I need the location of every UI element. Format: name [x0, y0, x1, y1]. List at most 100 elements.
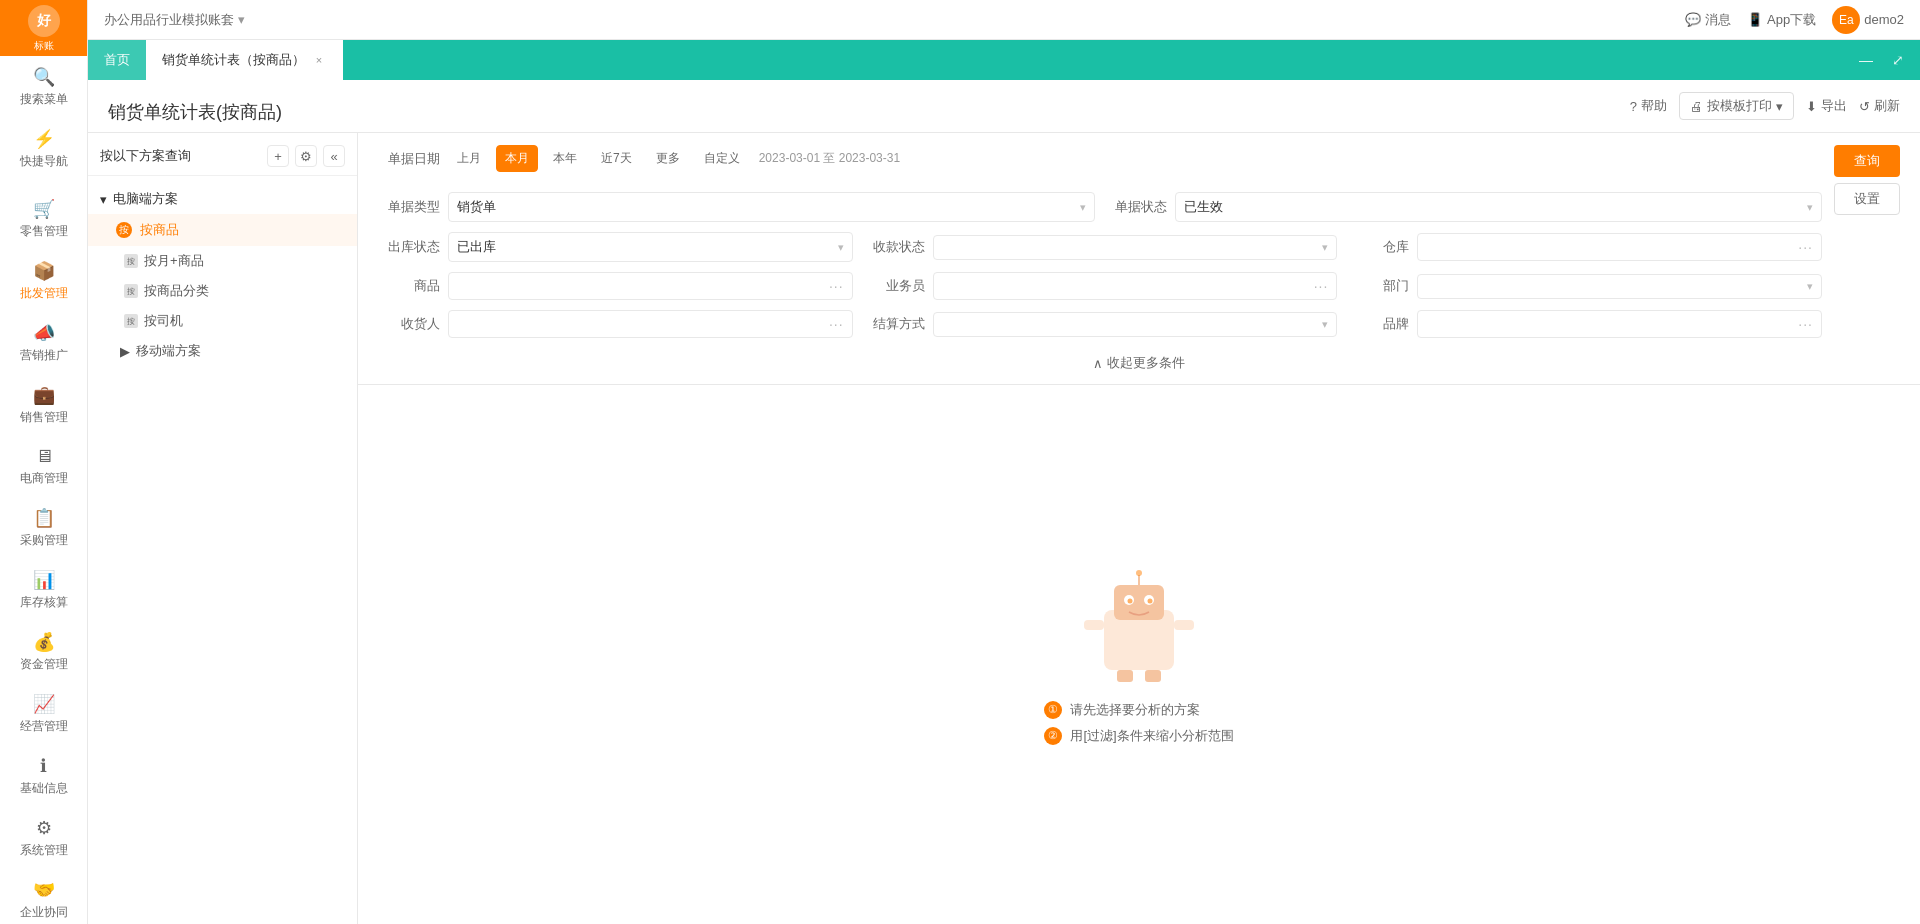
- date-7days-btn[interactable]: 近7天: [592, 145, 641, 172]
- receiver-select[interactable]: ···: [448, 310, 853, 338]
- header-right-actions: 💬 消息 📱 App下载 Ea demo2: [1685, 6, 1904, 34]
- tab-bar: 首页 销货单统计表（按商品） × — ⤢: [88, 40, 1920, 80]
- sidebar-item-wholesale[interactable]: 📦 批发管理: [0, 250, 87, 312]
- tab-home[interactable]: 首页: [88, 40, 146, 80]
- collapse-filter-btn[interactable]: ∧ 收起更多条件: [378, 348, 1900, 372]
- top-header: 办公用品行业模拟账套 ▾ 💬 消息 📱 App下载 Ea demo2: [88, 0, 1920, 40]
- department-select[interactable]: ▾: [1417, 274, 1822, 299]
- add-scheme-btn[interactable]: +: [267, 145, 289, 167]
- sidebar-item-marketing[interactable]: 📣 营销推广: [0, 312, 87, 374]
- main-area: 办公用品行业模拟账套 ▾ 💬 消息 📱 App下载 Ea demo2 首页: [88, 0, 1920, 924]
- page-content: 销货单统计表(按商品) ? 帮助 🖨 按模板打印 ▾ ⬇ 导出 ↺ 刷新: [88, 80, 1920, 924]
- sidebar-item-enterprise[interactable]: 🤝 企业协同: [0, 869, 87, 924]
- setting-button[interactable]: 设置: [1834, 183, 1900, 215]
- sidebar-item-operations[interactable]: 📈 经营管理: [0, 683, 87, 745]
- tree-group-mobile-arrow-icon: ▶: [120, 344, 130, 359]
- filter-field-receiver: 收货人 ···: [378, 310, 853, 338]
- sidebar-item-inventory[interactable]: 📊 库存核算: [0, 559, 87, 621]
- tab-close-btn[interactable]: ×: [311, 52, 327, 68]
- help-icon: ?: [1630, 99, 1637, 114]
- sidebar-item-label: 快捷导航: [20, 153, 68, 170]
- user-profile[interactable]: Ea demo2: [1832, 6, 1904, 34]
- sidebar-item-label: 经营管理: [20, 718, 68, 735]
- date-this-month-btn[interactable]: 本月: [496, 145, 538, 172]
- breadcrumb-arrow-icon[interactable]: ▾: [238, 12, 245, 27]
- refresh-btn[interactable]: ↺ 刷新: [1859, 97, 1900, 115]
- message-btn[interactable]: 💬 消息: [1685, 11, 1731, 29]
- system-icon: ⚙: [36, 817, 52, 839]
- sidebar-item-quick-nav[interactable]: ⚡ 快捷导航: [0, 118, 87, 180]
- settings-scheme-btn[interactable]: ⚙: [295, 145, 317, 167]
- tree-group-mobile[interactable]: ▶ 移动端方案: [88, 336, 357, 366]
- doctype-select[interactable]: 销货单 ▾: [448, 192, 1095, 222]
- svg-rect-10: [1084, 620, 1104, 630]
- tree-sub-item-product-category[interactable]: 按 按商品分类: [88, 276, 357, 306]
- sidebar-item-finance[interactable]: 💰 资金管理: [0, 621, 87, 683]
- app-logo: 好 标账: [0, 0, 88, 56]
- filter-field-receiptstatus: 收款状态 ▾: [863, 232, 1338, 262]
- outstatus-select[interactable]: 已出库 ▾: [448, 232, 853, 262]
- collapse-panel-btn[interactable]: «: [323, 145, 345, 167]
- logo-icon: 好: [28, 5, 60, 37]
- maximize-btn[interactable]: ⤢: [1884, 46, 1912, 74]
- warehouse-select[interactable]: ···: [1417, 233, 1822, 261]
- salesman-label: 业务员: [863, 277, 933, 295]
- logo-text: 标账: [28, 39, 60, 52]
- download-icon: 📱: [1747, 12, 1763, 27]
- sidebar-item-label: 系统管理: [20, 842, 68, 859]
- refresh-label: 刷新: [1874, 97, 1900, 115]
- export-btn[interactable]: ⬇ 导出: [1806, 97, 1847, 115]
- marketing-icon: 📣: [33, 322, 55, 344]
- brand-select[interactable]: ···: [1417, 310, 1822, 338]
- inventory-icon: 📊: [33, 569, 55, 591]
- date-custom-btn[interactable]: 自定义: [695, 145, 749, 172]
- tree-sub-item-month-product[interactable]: 按 按月+商品: [88, 246, 357, 276]
- content-split: 按以下方案查询 + ⚙ « ▾ 电脑端方案 按: [88, 133, 1920, 924]
- sidebar-item-sales[interactable]: 💼 销售管理: [0, 374, 87, 436]
- tree-sub-item-driver[interactable]: 按 按司机: [88, 306, 357, 336]
- date-this-year-btn[interactable]: 本年: [544, 145, 586, 172]
- sub-scheme-icon-2: 按: [124, 284, 138, 298]
- tab-sales-report[interactable]: 销货单统计表（按商品） ×: [146, 40, 343, 80]
- sidebar-item-system[interactable]: ⚙ 系统管理: [0, 807, 87, 869]
- tree-item-by-product[interactable]: 按 按商品: [88, 214, 357, 246]
- right-panel: 单据日期 上月 本月 本年 近7天 更多 自定义 2023-03-01 至 20…: [358, 133, 1920, 924]
- sidebar: 好 标账 🔍 搜索菜单 ⚡ 快捷导航 🛒 零售管理 📦 批发管理 📣 营销推广 …: [0, 0, 88, 924]
- doctype-arrow-icon: ▾: [1080, 201, 1086, 214]
- tree-group-pc[interactable]: ▾ 电脑端方案: [88, 184, 357, 214]
- print-btn[interactable]: 🖨 按模板打印 ▾: [1679, 92, 1794, 120]
- docstatus-select[interactable]: 已生效 ▾: [1175, 192, 1822, 222]
- message-icon: 💬: [1685, 12, 1701, 27]
- goods-label: 商品: [378, 277, 448, 295]
- filter-field-brand: 品牌 ···: [1347, 310, 1822, 338]
- query-button[interactable]: 查询: [1834, 145, 1900, 177]
- date-more-btn[interactable]: 更多: [647, 145, 689, 172]
- receiptstatus-select[interactable]: ▾: [933, 235, 1338, 260]
- settlement-label: 结算方式: [863, 315, 933, 333]
- hint-text-1: 请先选择要分析的方案: [1070, 701, 1200, 719]
- finance-icon: 💰: [33, 631, 55, 653]
- help-btn[interactable]: ? 帮助: [1630, 97, 1667, 115]
- filter-row-outstatus: 出库状态 已出库 ▾ 收款状态: [378, 232, 1822, 262]
- app-download-btn[interactable]: 📱 App下载: [1747, 11, 1816, 29]
- scheme-icon: 按: [116, 222, 132, 238]
- date-last-month-btn[interactable]: 上月: [448, 145, 490, 172]
- sidebar-item-label: 营销推广: [20, 347, 68, 364]
- wholesale-icon: 📦: [33, 260, 55, 282]
- outstatus-label: 出库状态: [378, 238, 448, 256]
- sidebar-item-retail[interactable]: 🛒 零售管理: [0, 188, 87, 250]
- receiptstatus-label: 收款状态: [863, 238, 933, 256]
- goods-select[interactable]: ···: [448, 272, 853, 300]
- salesman-select[interactable]: ···: [933, 272, 1338, 300]
- sub-scheme-icon: 按: [124, 254, 138, 268]
- settlement-select[interactable]: ▾: [933, 312, 1338, 337]
- sidebar-item-ecommerce[interactable]: 🖥 电商管理: [0, 436, 87, 497]
- filter-field-outstatus: 出库状态 已出库 ▾: [378, 232, 853, 262]
- minimize-btn[interactable]: —: [1852, 46, 1880, 74]
- sidebar-item-search[interactable]: 🔍 搜索菜单: [0, 56, 87, 118]
- sidebar-item-basic-info[interactable]: ℹ 基础信息: [0, 745, 87, 807]
- lightning-icon: ⚡: [33, 128, 55, 150]
- breadcrumb-text: 办公用品行业模拟账套: [104, 11, 234, 29]
- help-label: 帮助: [1641, 97, 1667, 115]
- sidebar-item-purchase[interactable]: 📋 采购管理: [0, 497, 87, 559]
